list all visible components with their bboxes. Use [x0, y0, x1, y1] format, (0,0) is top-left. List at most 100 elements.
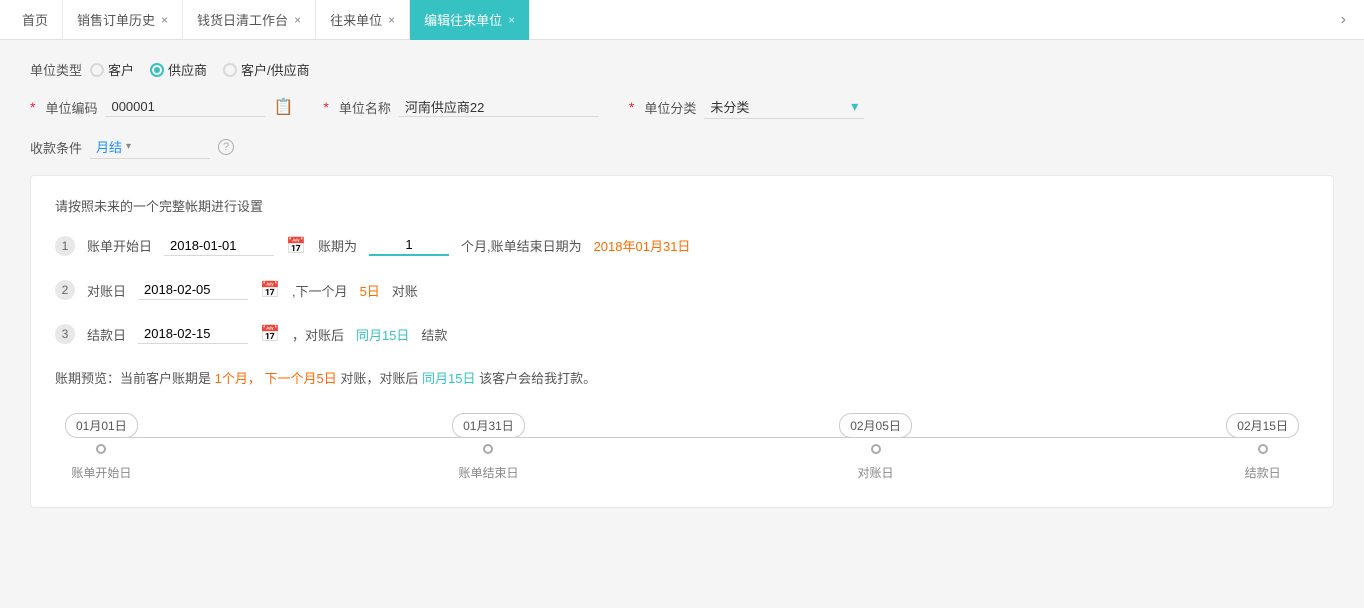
unit-category-select[interactable]: 未分类 ▾: [704, 95, 864, 119]
period-row3-suffix: 结款: [421, 325, 447, 344]
timeline-node-1: 01月31日 账单结束日: [452, 413, 525, 481]
tab-edit-partner-close[interactable]: ×: [508, 13, 515, 27]
period-date-input-3[interactable]: [138, 324, 248, 344]
radio-both-circle: [223, 63, 237, 77]
unit-code-input[interactable]: [105, 97, 265, 117]
payment-terms-row: 收款条件 月结 ▾ ?: [30, 135, 1334, 159]
timeline-node-2: 02月05日 对账日: [839, 413, 912, 481]
period-cal-icon-2[interactable]: 📅: [260, 280, 280, 300]
timeline-wrapper: 01月01日 账单开始日 01月31日 账单结束日 02月05日 对账日: [55, 407, 1309, 487]
period-date-input-1[interactable]: [164, 236, 274, 256]
radio-customer-circle: [90, 63, 104, 77]
timeline-dot-3: [1258, 444, 1268, 454]
payment-terms-field: 收款条件 月结 ▾ ?: [30, 135, 234, 159]
tabs-more-button[interactable]: ›: [1331, 11, 1356, 29]
tab-home-label: 首页: [22, 10, 48, 29]
period-row2-suffix: 对账: [392, 281, 418, 300]
tabs-bar: 首页 销售订单历史 × 钱货日清工作台 × 往来单位 × 编辑往来单位 × ›: [0, 0, 1364, 40]
period-row-3: 3 结款日 📅 ，对账后 同月15日 结款: [55, 324, 1309, 344]
unit-type-row: 单位类型 客户 供应商 客户/供应商: [30, 60, 1334, 79]
period-month-input[interactable]: [369, 235, 449, 256]
preview-prefix: 账期预览：当前客户账期是: [55, 371, 211, 386]
period-date-input-2[interactable]: [138, 280, 248, 300]
unit-type-label: 单位类型: [30, 60, 82, 79]
unit-name-label: 单位名称: [339, 98, 391, 117]
tab-partners-close[interactable]: ×: [388, 13, 395, 27]
period-num-1: 1: [55, 236, 75, 256]
period-label-3: 结款日: [87, 325, 126, 344]
unit-category-star: *: [629, 99, 634, 115]
tab-sales-history[interactable]: 销售订单历史 ×: [63, 0, 183, 40]
timeline-date-0: 01月01日: [65, 413, 138, 438]
period-row-1: 1 账单开始日 📅 账期为 个月,账单结束日期为 2018年01月31日: [55, 235, 1309, 256]
payment-terms-help-icon[interactable]: ?: [218, 139, 234, 155]
radio-supplier[interactable]: 供应商: [150, 60, 207, 79]
radio-group: 客户 供应商 客户/供应商: [90, 60, 310, 79]
unit-code-copy-icon[interactable]: 📋: [273, 97, 293, 117]
timeline-label-0: 账单开始日: [71, 464, 131, 481]
payment-terms-chevron-icon: ▾: [126, 141, 131, 152]
tab-partners-label: 往来单位: [330, 10, 382, 29]
timeline-date-3: 02月15日: [1226, 413, 1299, 438]
radio-both-label: 客户/供应商: [241, 60, 310, 79]
tab-edit-partner[interactable]: 编辑往来单位 ×: [410, 0, 530, 40]
unit-category-value: 未分类: [710, 97, 749, 116]
period-end-date: 2018年01月31日: [594, 236, 691, 255]
tab-partners[interactable]: 往来单位 ×: [316, 0, 410, 40]
unit-name-star: *: [323, 99, 328, 115]
radio-supplier-circle: [150, 63, 164, 77]
unit-name-input[interactable]: [399, 97, 599, 117]
unit-type-field: 单位类型 客户 供应商 客户/供应商: [30, 60, 310, 79]
period-row2-highlight: 5日: [360, 281, 380, 300]
timeline-label-2: 对账日: [858, 464, 894, 481]
period-label-for: 账期为: [318, 236, 357, 255]
preview-part2: 下一个月5日: [265, 371, 337, 386]
payment-terms-select[interactable]: 月结 ▾: [90, 135, 210, 159]
timeline-node-3: 02月15日 结款日: [1226, 413, 1299, 481]
timeline-dot-2: [871, 444, 881, 454]
unit-code-label: 单位编码: [45, 98, 97, 117]
period-label-2: 对账日: [87, 281, 126, 300]
payment-terms-label: 收款条件: [30, 138, 82, 157]
period-settings-box: 请按照未来的一个完整帐期进行设置 1 账单开始日 📅 账期为 个月,账单结束日期…: [30, 175, 1334, 508]
unit-category-label: 单位分类: [644, 98, 696, 117]
timeline-label-3: 结款日: [1245, 464, 1281, 481]
period-num-3: 3: [55, 324, 75, 344]
timeline-label-1: 账单结束日: [458, 464, 518, 481]
unit-code-field: * 单位编码 📋: [30, 97, 293, 117]
main-fields-row: * 单位编码 📋 * 单位名称 * 单位分类 未分类 ▾: [30, 95, 1334, 119]
radio-customer-label: 客户: [108, 60, 134, 79]
unit-name-field: * 单位名称: [323, 97, 598, 117]
timeline-node-0: 01月01日 账单开始日: [65, 413, 138, 481]
radio-both[interactable]: 客户/供应商: [223, 60, 310, 79]
period-box-title: 请按照未来的一个完整帐期进行设置: [55, 196, 1309, 215]
chevron-down-icon: ▾: [851, 98, 858, 115]
period-cal-icon-3[interactable]: 📅: [260, 324, 280, 344]
tab-sales-history-label: 销售订单历史: [77, 10, 155, 29]
period-row3-prefix: ，对账后: [292, 325, 344, 344]
radio-customer[interactable]: 客户: [90, 60, 134, 79]
period-row3-highlight: 同月15日: [356, 325, 409, 344]
tab-sales-history-close[interactable]: ×: [161, 13, 168, 27]
tab-home[interactable]: 首页: [8, 0, 63, 40]
unit-code-star: *: [30, 99, 35, 115]
period-suffix: 个月,账单结束日期为: [461, 236, 582, 255]
timeline-dot-0: [96, 444, 106, 454]
timeline-nodes: 01月01日 账单开始日 01月31日 账单结束日 02月05日 对账日: [65, 413, 1299, 481]
period-row-2: 2 对账日 📅 ,下一个月 5日 对账: [55, 280, 1309, 300]
unit-category-field: * 单位分类 未分类 ▾: [629, 95, 864, 119]
radio-supplier-label: 供应商: [168, 60, 207, 79]
payment-terms-value: 月结: [96, 137, 122, 156]
tab-cashflow-label: 钱货日清工作台: [197, 10, 288, 29]
preview-mid: 对账，对账后: [340, 371, 418, 386]
timeline-dot-1: [483, 444, 493, 454]
period-row2-prefix: ,下一个月: [292, 281, 348, 300]
period-num-2: 2: [55, 280, 75, 300]
tab-cashflow[interactable]: 钱货日清工作台 ×: [183, 0, 316, 40]
preview-part1: 1个月，: [215, 371, 261, 386]
timeline-date-1: 01月31日: [452, 413, 525, 438]
main-content: 单位类型 客户 供应商 客户/供应商 * 单位编码: [0, 40, 1364, 608]
tab-cashflow-close[interactable]: ×: [294, 13, 301, 27]
preview-text: 账期预览：当前客户账期是 1个月， 下一个月5日 对账，对账后 同月15日 该客…: [55, 368, 1309, 387]
period-cal-icon-1[interactable]: 📅: [286, 236, 306, 256]
